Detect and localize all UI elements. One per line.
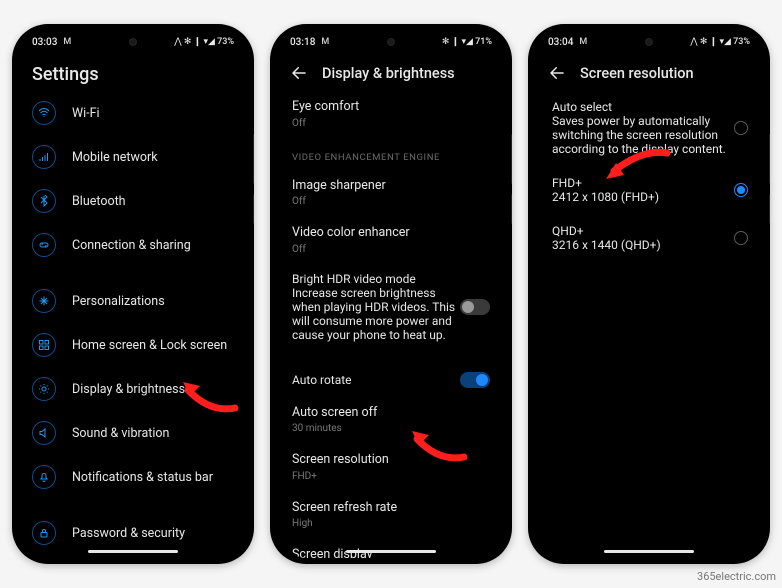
back-button[interactable] [548, 64, 566, 82]
option-fhd[interactable]: FHD+ 2412 x 1080 (FHD+) [534, 166, 764, 214]
radio-fhd[interactable] [734, 183, 748, 197]
status-right-icons: ⋀ ✻ ❙ ▾◢ 73% [690, 37, 750, 47]
settings-item-label: Sound & vibration [72, 426, 169, 441]
clock: 03:03 [32, 37, 57, 48]
settings-list[interactable]: Wi-Fi Mobile network Bluetooth Connection &… [18, 91, 248, 558]
page-title: Display & brightness [322, 65, 455, 82]
settings-item-wifi[interactable]: Wi-Fi [18, 91, 248, 135]
row-eye-comfort[interactable]: Eye comfort Off [276, 90, 506, 138]
settings-item-volume[interactable]: Sound & vibration [18, 411, 248, 455]
settings-item-bluetooth[interactable]: Bluetooth [18, 179, 248, 223]
signal-icon [32, 145, 56, 169]
sun-icon [32, 377, 56, 401]
option-auto-select[interactable]: Auto select Saves power by automatically… [534, 90, 764, 166]
phone-1-settings: 03:03 M ⋀ ✻ ❙ ▾◢ 73% Settings Wi-Fi Mobil… [12, 24, 254, 564]
settings-item-link[interactable]: Connection & sharing [18, 223, 248, 267]
settings-item-label: Bluetooth [72, 194, 126, 209]
radio-auto[interactable] [734, 121, 748, 135]
page-title: Settings [32, 64, 99, 85]
settings-item-label: Password & security [72, 526, 185, 541]
row-screen-resolution[interactable]: Screen resolution FHD+ [276, 443, 506, 491]
toggle-auto-rotate[interactable] [460, 372, 490, 388]
settings-item-signal[interactable]: Mobile network [18, 135, 248, 179]
watermark: 365electric.com [697, 570, 776, 583]
front-camera-icon [129, 38, 137, 46]
settings-item-shield[interactable]: Privacy [18, 555, 248, 558]
row-screen-display[interactable]: Screen display [276, 538, 506, 558]
settings-item-sparkle[interactable]: Personalizations [18, 279, 248, 323]
section-header: VIDEO ENHANCEMENT ENGINE [276, 138, 506, 169]
status-left-icon: M [321, 37, 329, 47]
status-right-icons: ✻ ❙ ▾◢ 71% [442, 37, 492, 47]
status-left-icon: M [579, 37, 587, 47]
status-right-icons: ⋀ ✻ ❙ ▾◢ 73% [174, 37, 234, 47]
page-header: Settings [18, 54, 248, 91]
bell-icon [32, 465, 56, 489]
page-title: Screen resolution [580, 65, 694, 82]
page-header: Display & brightness [276, 54, 506, 90]
row-image-sharpener[interactable]: Image sharpener Off [276, 169, 506, 217]
settings-content[interactable]: Eye comfort Off VIDEO ENHANCEMENT ENGINE… [276, 90, 506, 558]
sparkle-icon [32, 289, 56, 313]
row-auto-rotate[interactable]: Auto rotate [276, 364, 506, 396]
volume-icon [32, 421, 56, 445]
settings-item-label: Home screen & Lock screen [72, 338, 227, 353]
settings-item-label: Wi-Fi [72, 106, 100, 121]
phone-2-display: 03:18 M ✻ ❙ ▾◢ 71% Display & brightness … [270, 24, 512, 564]
settings-item-label: Notifications & status bar [72, 470, 213, 485]
settings-item-grid[interactable]: Home screen & Lock screen [18, 323, 248, 367]
row-refresh-rate[interactable]: Screen refresh rate High [276, 491, 506, 539]
toggle-hdr[interactable] [460, 299, 490, 315]
phone-3-resolution: 03:04 M ⋀ ✻ ❙ ▾◢ 73% Screen resolution A… [528, 24, 770, 564]
settings-item-label: Connection & sharing [72, 238, 191, 253]
page-header: Screen resolution [534, 54, 764, 90]
radio-qhd[interactable] [734, 231, 748, 245]
grid-icon [32, 333, 56, 357]
settings-item-label: Display & brightness [72, 382, 185, 397]
option-qhd[interactable]: QHD+ 3216 x 1440 (QHD+) [534, 214, 764, 262]
row-bright-hdr[interactable]: Bright HDR video mode Increase screen br… [276, 264, 506, 350]
lock-icon [32, 521, 56, 545]
status-left-icon: M [63, 37, 71, 47]
settings-item-lock[interactable]: Password & security [18, 511, 248, 555]
home-indicator[interactable] [88, 550, 178, 553]
row-auto-screen-off[interactable]: Auto screen off 30 minutes [276, 396, 506, 444]
settings-item-label: Personalizations [72, 294, 165, 309]
front-camera-icon [645, 38, 653, 46]
settings-item-bell[interactable]: Notifications & status bar [18, 455, 248, 499]
link-icon [32, 233, 56, 257]
home-indicator[interactable] [346, 550, 436, 553]
back-button[interactable] [290, 64, 308, 82]
settings-item-label: Mobile network [72, 150, 158, 165]
row-video-color-enhancer[interactable]: Video color enhancer Off [276, 216, 506, 264]
settings-content[interactable]: Auto select Saves power by automatically… [534, 90, 764, 558]
front-camera-icon [387, 38, 395, 46]
bluetooth-icon [32, 189, 56, 213]
wifi-icon [32, 101, 56, 125]
home-indicator[interactable] [604, 550, 694, 553]
clock: 03:18 [290, 37, 315, 48]
settings-item-sun[interactable]: Display & brightness [18, 367, 248, 411]
clock: 03:04 [548, 37, 573, 48]
